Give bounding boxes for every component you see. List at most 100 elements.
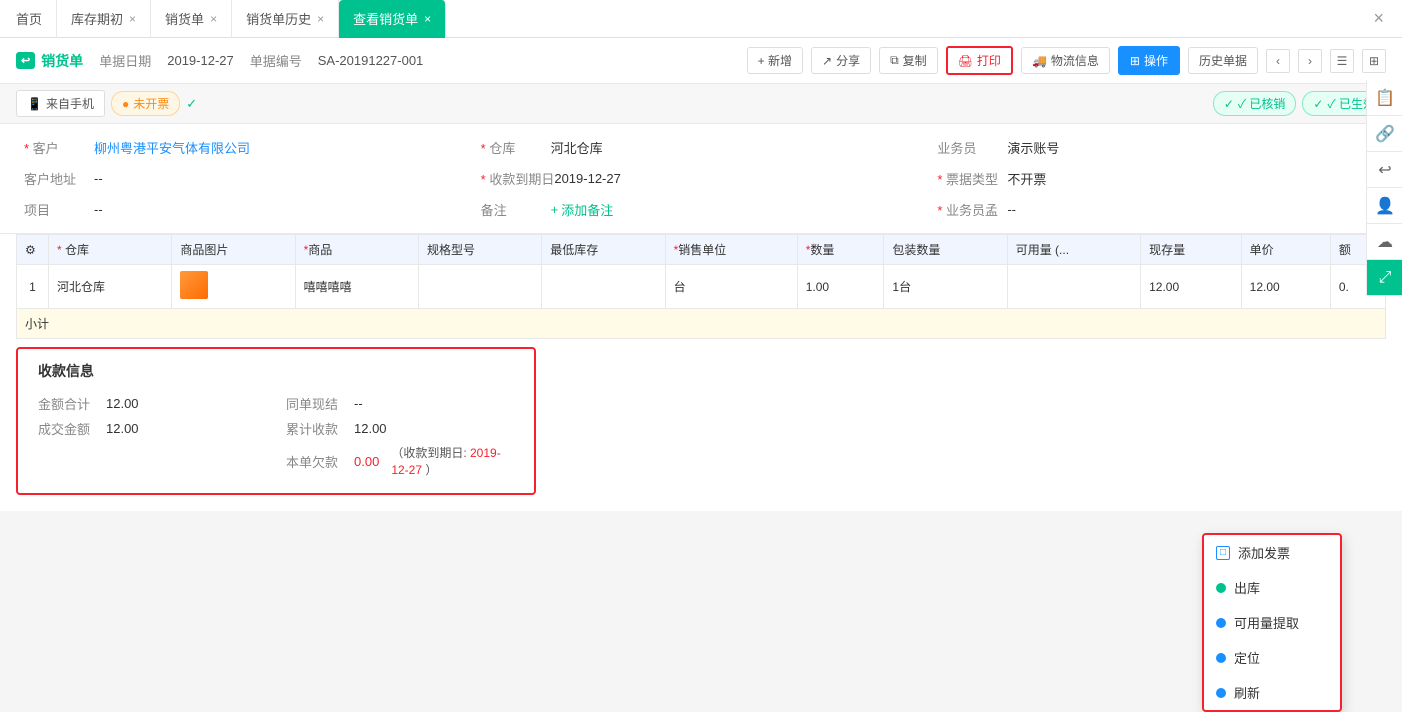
check-icon: ✓ <box>186 96 197 112</box>
subtotal-row: 小计 <box>17 309 1386 339</box>
nav-next-button[interactable]: › <box>1298 49 1322 73</box>
tab-sales-history[interactable]: 销货单历史 × <box>232 0 339 38</box>
row-current-stock: 12.00 <box>1141 265 1242 309</box>
sidebar-sync-btn[interactable]: ☁ <box>1367 224 1402 260</box>
print-button[interactable]: 🖨 打印 <box>946 46 1013 75</box>
effective-icon: ✓ <box>1313 97 1323 111</box>
payment-grid: 金额合计 12.00 成交金额 12.00 同单现结 -- 累计收款 12.00 <box>38 391 514 481</box>
truck-icon: 🚚 <box>1032 54 1047 68</box>
tab-bar-close-btn[interactable]: × <box>1363 8 1394 29</box>
sidebar-notes-btn[interactable]: 📋 <box>1367 80 1402 116</box>
view-grid-button[interactable]: ⊞ <box>1362 49 1386 73</box>
share-button[interactable]: ↗ 分享 <box>811 47 871 74</box>
copy-icon: ⧉ <box>890 53 899 68</box>
toolbar: 📱 来自手机 ● 未开票 ✓ ✓ ✓ 已核销 ✓ ✓ 已生效 <box>0 84 1402 124</box>
available-icon <box>1216 618 1226 628</box>
ops-available-qty[interactable]: 可用量提取 <box>1204 605 1340 640</box>
customer-field: 客户 柳州粤港平安气体有限公司 <box>16 132 473 163</box>
circle-icon: ● <box>122 97 129 111</box>
row-min-stock <box>542 265 665 309</box>
table-header-row: ⚙ 仓库 商品图片 *商品 规格型号 最低库存 *销售单位 *数量 包装数量 可… <box>17 235 1386 265</box>
add-note-button[interactable]: + 添加备注 <box>551 200 614 219</box>
qty-col: *数量 <box>797 235 884 265</box>
warehouse-field: 仓库 河北仓库 <box>473 132 930 163</box>
address-field: 客户地址 -- <box>16 163 473 194</box>
sidebar-user-btn[interactable]: 👤 <box>1367 188 1402 224</box>
balance-row: 本单欠款 0.00 （收款到期日: 2019-12-27 ） <box>286 441 514 481</box>
form-title: ↩ 销货单 <box>16 51 83 71</box>
from-phone-button[interactable]: 📱 来自手机 <box>16 90 105 117</box>
close-sales-history-tab[interactable]: × <box>317 12 324 26</box>
payment-info-box: 收款信息 金额合计 12.00 成交金额 12.00 同单现结 -- 累计收款 <box>16 347 536 495</box>
right-sidebar: 📋 🔗 ↩ 👤 ☁ ⤢ <box>1366 80 1402 296</box>
sidebar-return-btn[interactable]: ↩ <box>1367 152 1402 188</box>
product-col: *商品 <box>295 235 418 265</box>
logistics-button[interactable]: 🚚 物流信息 <box>1021 47 1110 74</box>
toolbar-left: 📱 来自手机 ● 未开票 ✓ <box>16 90 1205 117</box>
ticket-field: 票据类型 不开票 <box>929 163 1386 194</box>
row-no: 1 <box>17 265 49 309</box>
row-warehouse: 河北仓库 <box>49 265 172 309</box>
sales-unit-col: *销售单位 <box>665 235 797 265</box>
checked-badge[interactable]: ✓ <box>186 96 197 112</box>
ops-refresh[interactable]: 刷新 <box>1204 675 1340 710</box>
row-product: 嘻嘻嘻嘻 <box>295 265 418 309</box>
payment-title: 收款信息 <box>38 361 514 381</box>
payment-due-field: 收款到期日 2019-12-27 <box>473 163 930 194</box>
payment-right-col: 同单现结 -- 累计收款 12.00 本单欠款 0.00 （收款到期日: 201… <box>286 391 514 481</box>
close-inventory-init-tab[interactable]: × <box>129 12 136 26</box>
share-icon: ↗ <box>822 54 832 68</box>
spec-col: 规格型号 <box>418 235 541 265</box>
ops-add-invoice[interactable]: □ 添加发票 <box>1204 535 1340 570</box>
tab-sales-order[interactable]: 销货单 × <box>151 0 232 38</box>
close-view-sales-tab[interactable]: × <box>424 12 431 26</box>
refresh-icon <box>1216 688 1226 698</box>
copy-button[interactable]: ⧉ 复制 <box>879 47 938 74</box>
not-open-badge: ● 未开票 <box>111 91 180 116</box>
phone-icon: 📱 <box>27 97 42 111</box>
plus-icon: + <box>551 202 559 217</box>
row-unit-price: 12.00 <box>1241 265 1330 309</box>
view-list-button[interactable]: ☰ <box>1330 49 1354 73</box>
row-spec <box>418 265 541 309</box>
total-amount-row: 金额合计 12.00 <box>38 391 266 416</box>
row-available <box>1007 265 1140 309</box>
outbound-icon <box>1216 583 1226 593</box>
form-header-right: + 新增 ↗ 分享 ⧉ 复制 🖨 打印 🚚 物流信息 ⊞ 操作 历史单据 ‹ ›… <box>747 46 1386 75</box>
note-field: 备注 + 添加备注 <box>473 194 930 225</box>
tab-home[interactable]: 首页 <box>8 0 57 38</box>
table-wrap[interactable]: ⚙ 仓库 商品图片 *商品 规格型号 最低库存 *销售单位 *数量 包装数量 可… <box>16 234 1386 339</box>
content-area: 客户 柳州粤港平安气体有限公司 仓库 河北仓库 业务员 演示账号 客户地址 --… <box>0 124 1402 511</box>
ops-location[interactable]: 定位 <box>1204 640 1340 675</box>
form-header: ↩ 销货单 单据日期 2019-12-27 单据编号 SA-20191227-0… <box>0 38 1402 84</box>
payment-left-col: 金额合计 12.00 成交金额 12.00 <box>38 391 266 481</box>
project-field: 项目 -- <box>16 194 473 225</box>
tab-view-sales[interactable]: 查看销货单 × <box>339 0 446 38</box>
tab-inventory-init[interactable]: 库存期初 × <box>57 0 151 38</box>
row-sales-unit: 台 <box>665 265 797 309</box>
sidebar-link-btn[interactable]: 🔗 <box>1367 116 1402 152</box>
fields-grid: 客户 柳州粤港平安气体有限公司 仓库 河北仓库 业务员 演示账号 客户地址 --… <box>16 124 1386 233</box>
print-icon: 🖨 <box>958 54 973 68</box>
history-button[interactable]: 历史单据 <box>1188 47 1258 74</box>
sidebar-expand-btn[interactable]: ⤢ <box>1367 260 1402 296</box>
current-stock-col: 现存量 <box>1141 235 1242 265</box>
product-img-col: 商品图片 <box>172 235 295 265</box>
sales-order-icon: ↩ <box>16 52 35 69</box>
close-sales-order-tab[interactable]: × <box>210 12 217 26</box>
new-button[interactable]: + 新增 <box>747 47 803 74</box>
checked-status: ✓ ✓ 已核销 <box>1213 91 1297 116</box>
cumulative-row: 累计收款 12.00 <box>286 416 514 441</box>
ops-outbound[interactable]: 出库 <box>1204 570 1340 605</box>
available-col: 可用量 (... <box>1007 235 1140 265</box>
settings-col[interactable]: ⚙ <box>17 235 49 265</box>
toolbar-right: ✓ ✓ 已核销 ✓ ✓ 已生效 <box>1213 91 1386 116</box>
nav-prev-button[interactable]: ‹ <box>1266 49 1290 73</box>
same-order-row: 同单现结 -- <box>286 391 514 416</box>
transaction-row: 成交金额 12.00 <box>38 416 266 441</box>
location-icon <box>1216 653 1226 663</box>
row-product-img <box>172 265 295 309</box>
staff-field: 业务员 演示账号 <box>929 132 1386 163</box>
operations-button[interactable]: ⊞ 操作 <box>1118 46 1180 75</box>
subtotal-label: 小计 <box>17 309 1386 339</box>
